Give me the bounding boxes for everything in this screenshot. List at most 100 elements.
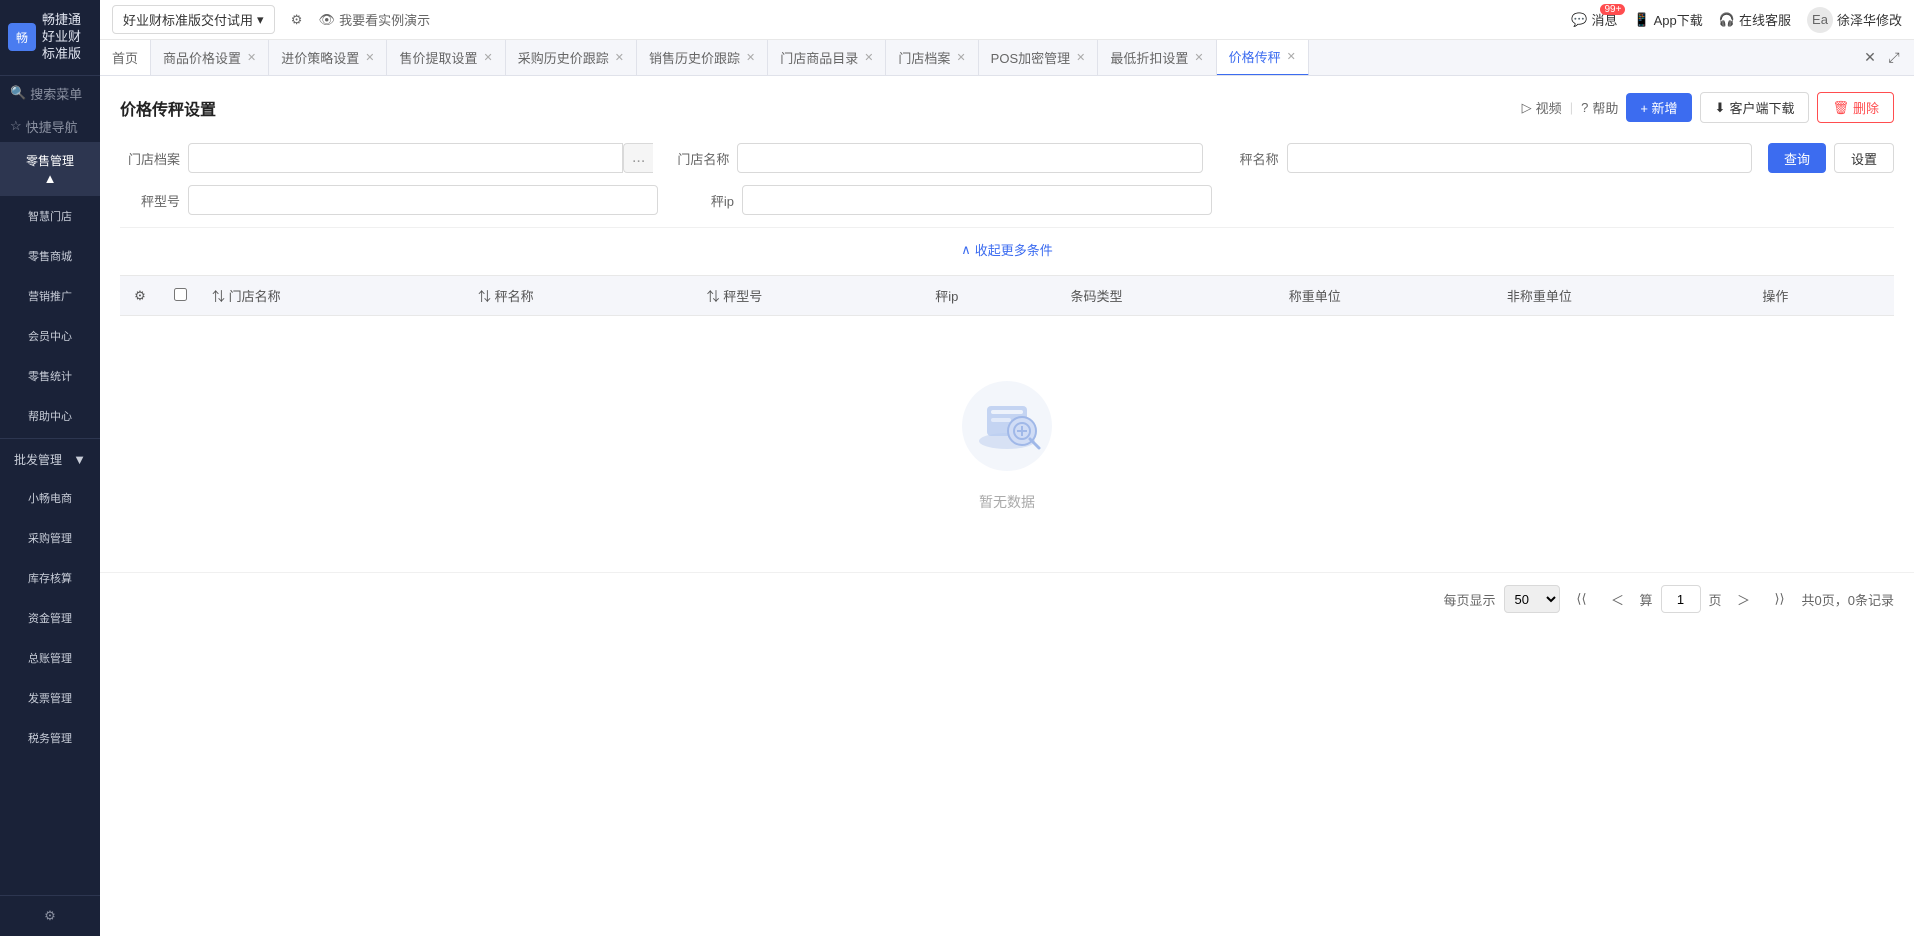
table-container: ⚙ ⇅ 门店名称 ⇅ 秤名称 bbox=[100, 275, 1914, 572]
sidebar-item-purchase[interactable]: 采购管理 bbox=[0, 518, 100, 558]
empty-state: 暂无数据 bbox=[120, 316, 1894, 572]
video-icon: ▷ bbox=[1522, 100, 1532, 116]
close-icon[interactable]: ✕ bbox=[956, 51, 965, 64]
scale-model-input[interactable] bbox=[188, 185, 658, 215]
th-action: 操作 bbox=[1750, 276, 1894, 316]
close-icon[interactable]: ✕ bbox=[1287, 50, 1296, 63]
video-link[interactable]: ▷ 视频 bbox=[1522, 98, 1562, 117]
store-archive-input[interactable] bbox=[188, 143, 623, 173]
close-tab-button[interactable]: ✕ bbox=[1858, 46, 1882, 70]
download-icon: 📱 bbox=[1633, 12, 1649, 28]
close-icon[interactable]: ✕ bbox=[1076, 51, 1085, 64]
per-page-label: 每页显示 bbox=[1443, 590, 1495, 609]
user-name: 徐泽华修改 bbox=[1837, 10, 1902, 29]
user-menu[interactable]: Ea 徐泽华修改 bbox=[1807, 7, 1902, 33]
config-button[interactable]: 设置 bbox=[1834, 143, 1894, 173]
app-download-button[interactable]: 📱 App下载 bbox=[1633, 10, 1702, 29]
topbar-right: 💬 消息 99+ 📱 App下载 🎧 在线客服 Ea 徐泽华修改 bbox=[1571, 7, 1902, 33]
sidebar-item-finance[interactable]: 资金管理 bbox=[0, 598, 100, 638]
delete-button[interactable]: 🗑 删除 bbox=[1817, 92, 1894, 123]
sidebar-item-retail-mall[interactable]: 零售商城 bbox=[0, 236, 100, 276]
app-name: 畅捷通好业财 标准版 bbox=[42, 12, 92, 63]
messages-button[interactable]: 💬 消息 99+ bbox=[1571, 10, 1617, 29]
sidebar-item-invoice[interactable]: 发票管理 bbox=[0, 678, 100, 718]
store-name-input[interactable] bbox=[737, 143, 1202, 173]
help-link[interactable]: ? 帮助 bbox=[1581, 98, 1618, 117]
tab-min-discount[interactable]: 最低折扣设置 ✕ bbox=[1098, 40, 1216, 76]
sidebar-item-inventory[interactable]: 库存核算 bbox=[0, 558, 100, 598]
first-page-button[interactable]: ⟨⟨ bbox=[1568, 585, 1596, 613]
close-icon[interactable]: ✕ bbox=[1194, 51, 1203, 64]
close-icon[interactable]: ✕ bbox=[746, 51, 755, 64]
scale-name-input[interactable] bbox=[1287, 143, 1752, 173]
th-check[interactable] bbox=[160, 276, 200, 316]
tab-sale-history[interactable]: 销售历史价跟踪 ✕ bbox=[637, 40, 768, 76]
online-service-button[interactable]: 🎧 在线客服 bbox=[1719, 10, 1791, 29]
per-page-select[interactable]: 10 20 50 100 bbox=[1504, 585, 1560, 613]
star-icon: ☆ bbox=[10, 118, 22, 134]
tab-home[interactable]: 首页 bbox=[100, 40, 151, 76]
close-icon[interactable]: ✕ bbox=[247, 51, 256, 64]
tab-pos-management[interactable]: POS加密管理 ✕ bbox=[979, 40, 1099, 76]
sidebar-item-retail[interactable]: 零售管理 ▲ bbox=[0, 142, 100, 196]
sidebar-item-ledger[interactable]: 总账管理 bbox=[0, 638, 100, 678]
search-button[interactable]: 查询 bbox=[1768, 143, 1826, 173]
scale-ip-group: 秤ip bbox=[674, 185, 1212, 215]
sidebar-item-ecom[interactable]: 小畅电商 bbox=[0, 478, 100, 518]
version-selector[interactable]: 好业财标准版交付试用 ▾ bbox=[112, 5, 275, 34]
sidebar: 畅 畅捷通好业财 标准版 🔍 搜索菜单 ☆ 快捷导航 零售管理 ▲ 智慧门店 零… bbox=[0, 0, 100, 936]
th-scale-name[interactable]: ⇅ 秤名称 bbox=[466, 276, 695, 316]
tab-sale-extract[interactable]: 售价提取设置 ✕ bbox=[387, 40, 505, 76]
tab-price-scale[interactable]: 价格传秤 ✕ bbox=[1217, 40, 1309, 76]
store-archive-btn[interactable]: ... bbox=[623, 143, 653, 173]
select-all-checkbox[interactable] bbox=[174, 288, 187, 301]
topbar-settings-button[interactable]: ⚙ bbox=[283, 6, 311, 34]
prev-page-button[interactable]: ＜ bbox=[1604, 585, 1632, 613]
close-icon[interactable]: ✕ bbox=[864, 51, 873, 64]
help-icon: ? bbox=[1581, 100, 1588, 115]
content-header: 价格传秤设置 ▷ 视频 | ? 帮助 + 新增 ⬇ 客户端下载 bbox=[100, 76, 1914, 131]
tab-purchase-history[interactable]: 采购历史价跟踪 ✕ bbox=[506, 40, 637, 76]
sidebar-item-wholesale[interactable]: 批发管理 ▼ bbox=[0, 441, 100, 478]
close-icon[interactable]: ✕ bbox=[484, 51, 493, 64]
sidebar-item-tax[interactable]: 税务管理 bbox=[0, 718, 100, 758]
sidebar-item-help[interactable]: 帮助中心 bbox=[0, 396, 100, 436]
th-settings[interactable]: ⚙ bbox=[120, 276, 160, 316]
sidebar-item-member[interactable]: 会员中心 bbox=[0, 316, 100, 356]
page-title: 价格传秤设置 bbox=[120, 96, 216, 120]
tab-store-archive[interactable]: 门店档案 ✕ bbox=[886, 40, 978, 76]
tab-store-catalog[interactable]: 门店商品目录 ✕ bbox=[768, 40, 886, 76]
expand-tab-button[interactable]: ⤢ bbox=[1882, 46, 1906, 70]
tabbar-actions: ✕ ⤢ bbox=[1850, 46, 1914, 70]
scale-ip-input[interactable] bbox=[742, 185, 1212, 215]
download-button[interactable]: ⬇ 客户端下载 bbox=[1700, 92, 1810, 123]
th-barcode-type: 条码类型 bbox=[1059, 276, 1277, 316]
sidebar-search[interactable]: 🔍 搜索菜单 bbox=[0, 76, 100, 111]
next-page-button[interactable]: ＞ bbox=[1730, 585, 1758, 613]
content-area: 价格传秤设置 ▷ 视频 | ? 帮助 + 新增 ⬇ 客户端下载 bbox=[100, 76, 1914, 936]
close-icon[interactable]: ✕ bbox=[615, 51, 624, 64]
demo-link[interactable]: 👁 我要看实例演示 bbox=[319, 10, 1564, 29]
th-scale-model[interactable]: ⇅ 秤型号 bbox=[695, 276, 924, 316]
download-icon: ⬇ bbox=[1715, 100, 1726, 116]
table-header: ⚙ ⇅ 门店名称 ⇅ 秤名称 bbox=[120, 276, 1894, 316]
sidebar-quicknav[interactable]: ☆ 快捷导航 bbox=[0, 111, 100, 142]
sidebar-menu: 零售管理 ▲ 智慧门店 零售商城 营销推广 会员中心 零售统计 帮助中心 批发管… bbox=[0, 142, 100, 895]
tab-price-settings[interactable]: 商品价格设置 ✕ bbox=[151, 40, 269, 76]
tab-purchase-strategy[interactable]: 进价策略设置 ✕ bbox=[269, 40, 387, 76]
sidebar-settings[interactable]: ⚙ bbox=[0, 895, 100, 936]
data-table: ⚙ ⇅ 门店名称 ⇅ 秤名称 bbox=[120, 275, 1894, 572]
sidebar-item-retail-stats[interactable]: 零售统计 bbox=[0, 356, 100, 396]
add-button[interactable]: + 新增 bbox=[1626, 93, 1691, 122]
trash-icon: 🗑 bbox=[1832, 100, 1849, 116]
last-page-button[interactable]: ⟩⟩ bbox=[1766, 585, 1794, 613]
collapse-button[interactable]: ∧ 收起更多条件 bbox=[953, 236, 1061, 263]
page-number-input[interactable] bbox=[1661, 585, 1701, 613]
sidebar-item-marketing[interactable]: 营销推广 bbox=[0, 276, 100, 316]
close-icon[interactable]: ✕ bbox=[365, 51, 374, 64]
scale-name-label: 秤名称 bbox=[1219, 149, 1279, 168]
app-logo-icon: 畅 bbox=[8, 23, 36, 51]
sidebar-logo: 畅 畅捷通好业财 标准版 bbox=[0, 0, 100, 76]
sidebar-item-smart-store[interactable]: 智慧门店 bbox=[0, 196, 100, 236]
th-store-name[interactable]: ⇅ 门店名称 bbox=[200, 276, 466, 316]
